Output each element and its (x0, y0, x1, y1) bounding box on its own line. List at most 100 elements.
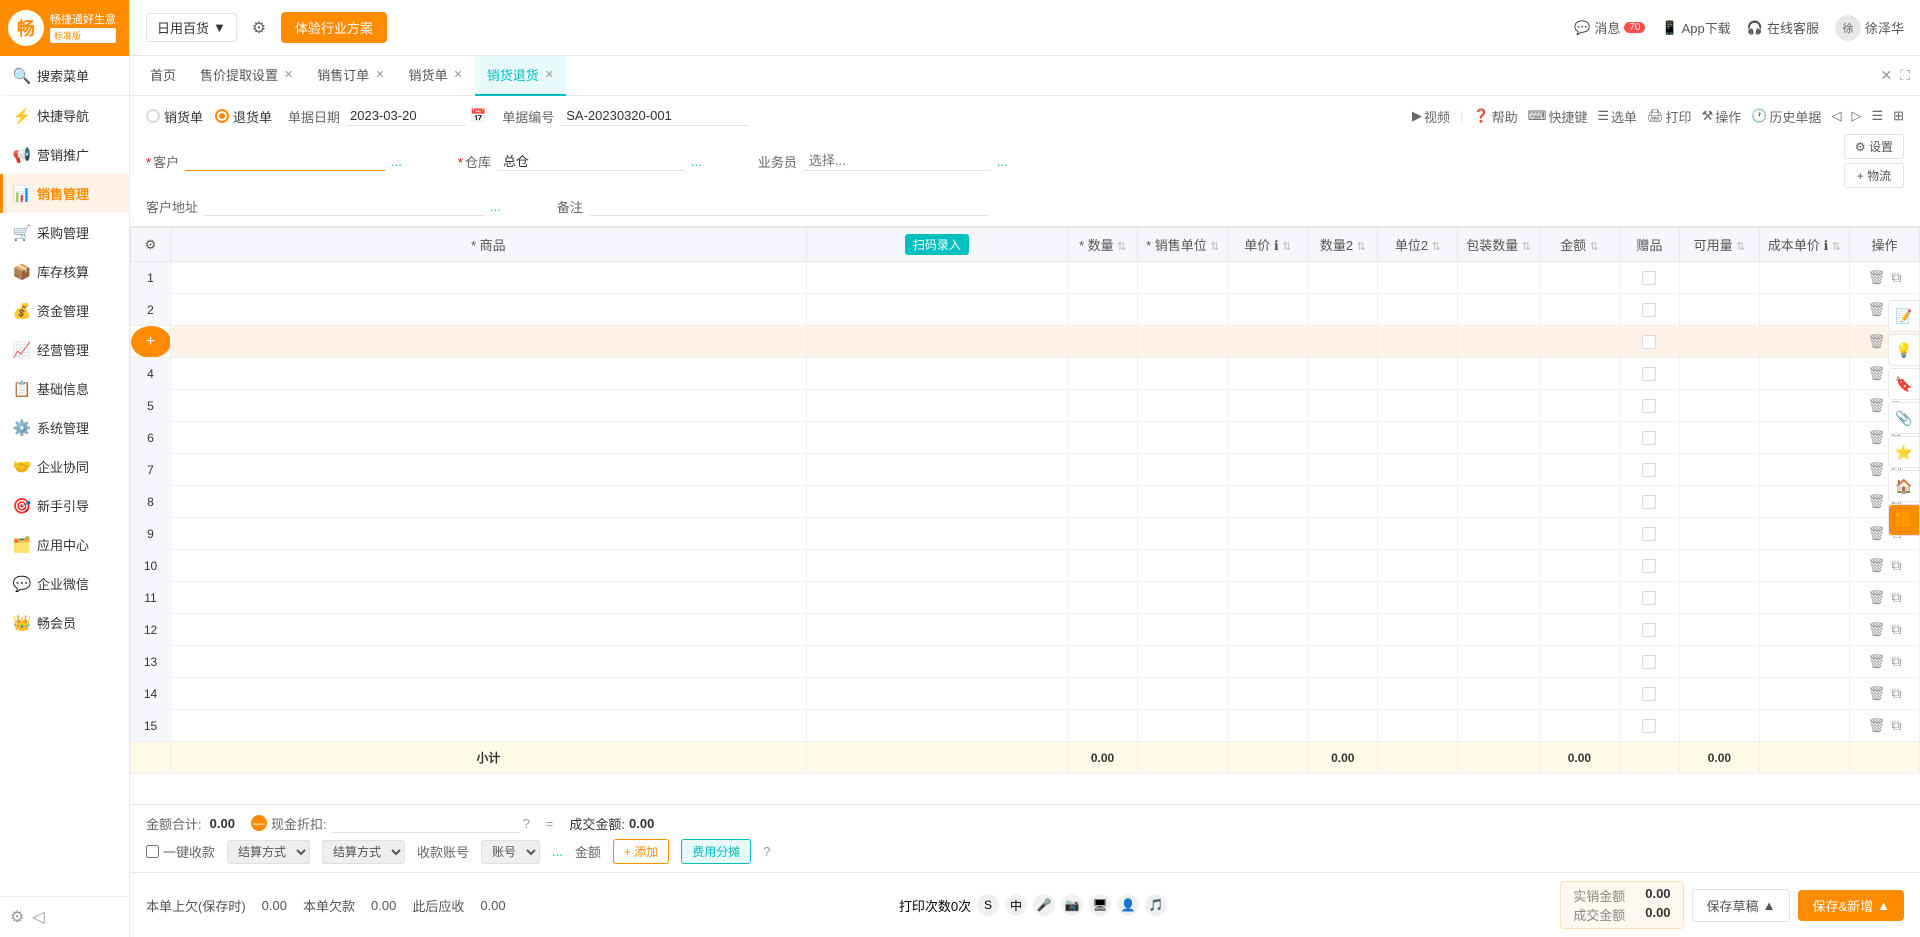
float-item-3[interactable]: 🔖 (1888, 368, 1920, 400)
cost-sort-icon[interactable]: ⇅ (1832, 241, 1841, 253)
tab-sale-delivery-close[interactable]: ✕ (454, 68, 463, 81)
app-download-btn[interactable]: 📱 App下载 (1661, 18, 1730, 37)
delete-row-icon[interactable]: 🗑 (1868, 461, 1886, 478)
salesperson-input[interactable] (803, 151, 991, 171)
gift-checkbox[interactable] (1642, 623, 1656, 637)
expense-split-btn[interactable]: 费用分摊 (681, 839, 751, 864)
unit-cell[interactable] (1138, 262, 1228, 294)
sidebar-item-finance[interactable]: 💰 资金管理 (0, 291, 129, 330)
price-cell[interactable] (1228, 262, 1308, 294)
calc-method-select2[interactable]: 结算方式 (322, 840, 405, 864)
float-item-1[interactable]: 📝 (1888, 300, 1920, 332)
amount-cell[interactable] (1539, 294, 1619, 326)
float-item-2[interactable]: 💡 (1888, 334, 1920, 366)
help-discount-icon[interactable]: ? (523, 816, 530, 831)
date-input[interactable] (346, 106, 466, 126)
gift-checkbox[interactable] (1642, 591, 1656, 605)
unit-cell[interactable] (1138, 294, 1228, 326)
delete-row-icon[interactable]: 🗑 (1868, 621, 1886, 638)
sidebar-item-shortcut[interactable]: ⚡ 快捷导航 (0, 96, 129, 135)
footer-help-icon[interactable]: ? (763, 844, 770, 859)
amount-sort-icon[interactable]: ⇅ (1589, 241, 1598, 253)
qty2-sort-icon[interactable]: ⇅ (1356, 241, 1365, 253)
qty-cell[interactable] (1068, 326, 1138, 358)
status-icon-2[interactable]: 中 (1005, 894, 1027, 916)
product-cell[interactable] (171, 294, 807, 326)
price-cell[interactable] (1228, 294, 1308, 326)
delete-row-icon[interactable]: 🗑 (1868, 333, 1886, 350)
customer-select-btn[interactable]: ... (391, 154, 402, 169)
message-btn[interactable]: 💬 消息 70 (1574, 18, 1645, 37)
delete-row-icon[interactable]: 🗑 (1868, 269, 1886, 286)
product-input-cell[interactable] (171, 326, 807, 358)
shortcut-btn[interactable]: ⌨ 快捷键 (1528, 107, 1588, 126)
delete-row-icon[interactable]: 🗑 (1868, 557, 1886, 574)
gift-checkbox[interactable] (1642, 431, 1656, 445)
delete-row-icon[interactable]: 🗑 (1868, 685, 1886, 702)
float-item-5[interactable]: ⭐ (1888, 436, 1920, 468)
gift-checkbox[interactable] (1642, 399, 1656, 413)
unit2-cell[interactable] (1378, 294, 1458, 326)
gift-cell[interactable] (1619, 262, 1679, 294)
gift-cell[interactable] (1619, 326, 1679, 358)
radio-return-bill[interactable]: 退货单 (215, 107, 272, 126)
delete-row-icon[interactable]: 🗑 (1868, 717, 1886, 734)
settings-gear-icon[interactable]: ⚙ (245, 14, 273, 42)
delete-row-icon[interactable]: 🗑 (1868, 301, 1886, 318)
gift-checkbox[interactable] (1642, 271, 1656, 285)
amount-cell[interactable] (1539, 262, 1619, 294)
copy-row-icon[interactable]: ⧉ (1891, 589, 1901, 606)
address-input[interactable] (204, 196, 484, 216)
select-bill-btn[interactable]: ☰ 选单 (1597, 107, 1637, 126)
delete-row-icon[interactable]: 🗑 (1868, 397, 1886, 414)
delete-row-icon[interactable]: 🗑 (1868, 525, 1886, 542)
cost-price-cell[interactable] (1759, 262, 1849, 294)
tab-sale-order[interactable]: 销售订单 ✕ (305, 56, 396, 96)
add-row-btn[interactable]: + (140, 331, 162, 353)
sidebar-item-basic[interactable]: 📋 基础信息 (0, 369, 129, 408)
status-icon-5[interactable]: 🖥 (1089, 894, 1111, 916)
account-dots-btn[interactable]: ... (552, 844, 563, 859)
status-icon-1[interactable]: S (977, 894, 999, 916)
copy-row-icon[interactable]: ⧉ (1891, 685, 1901, 702)
save-draft-btn[interactable]: 保存草稿 ▲ (1692, 889, 1791, 922)
sidebar-item-purchase[interactable]: 🛒 采购管理 (0, 213, 129, 252)
calc-method-select[interactable]: 结算方式 (227, 840, 310, 864)
sidebar-item-marketing[interactable]: 📢 营销推广 (0, 135, 129, 174)
warehouse-select-btn[interactable]: ... (691, 154, 702, 169)
calendar-icon[interactable]: 📅 (470, 108, 486, 124)
price-cell[interactable] (1228, 326, 1308, 358)
gift-checkbox[interactable] (1642, 495, 1656, 509)
quick-payment-checkbox[interactable] (146, 845, 159, 858)
qty2-cell[interactable] (1308, 262, 1378, 294)
gift-cell[interactable] (1619, 294, 1679, 326)
sidebar-item-inventory[interactable]: 📦 库存核算 (0, 252, 129, 291)
float-item-6[interactable]: 🏠 (1888, 470, 1920, 502)
qty2-cell[interactable] (1308, 294, 1378, 326)
barcode-input-btn[interactable]: 扫码录入 (905, 234, 969, 255)
avail-sort-icon[interactable]: ⇅ (1736, 241, 1745, 253)
qty2-cell[interactable] (1308, 326, 1378, 358)
unit2-sort-icon[interactable]: ⇅ (1431, 241, 1440, 253)
delete-row-icon[interactable]: 🗑 (1868, 589, 1886, 606)
tab-sale-return[interactable]: 销货退货 ✕ (475, 56, 566, 96)
float-item-7[interactable]: 🟧 (1888, 504, 1920, 536)
save-new-btn[interactable]: 保存&新增 ▲ (1798, 890, 1904, 921)
gift-checkbox[interactable] (1642, 719, 1656, 733)
unit2-cell[interactable] (1378, 262, 1458, 294)
available-cell[interactable] (1679, 294, 1759, 326)
gift-checkbox[interactable] (1642, 367, 1656, 381)
copy-row-icon[interactable]: ⧉ (1891, 269, 1901, 286)
sidebar-settings-btn[interactable]: ⚙ (10, 907, 24, 927)
gift-checkbox[interactable] (1642, 687, 1656, 701)
user-profile-btn[interactable]: 徐 徐泽华 (1835, 15, 1904, 41)
qty-sort-icon[interactable]: ⇅ (1117, 241, 1126, 253)
qty-cell[interactable] (1068, 294, 1138, 326)
float-item-4[interactable]: 📎 (1888, 402, 1920, 434)
sidebar-item-guide[interactable]: 🎯 新手引导 (0, 486, 129, 525)
address-select-btn[interactable]: ... (490, 199, 501, 214)
sidebar-item-member[interactable]: 👑 畅会员 (0, 603, 129, 642)
industry-select[interactable]: 日用百货 ▼ (146, 13, 237, 42)
sidebar-collapse-btn[interactable]: ◁ (32, 907, 44, 927)
sidebar-item-system[interactable]: ⚙️ 系统管理 (0, 408, 129, 447)
